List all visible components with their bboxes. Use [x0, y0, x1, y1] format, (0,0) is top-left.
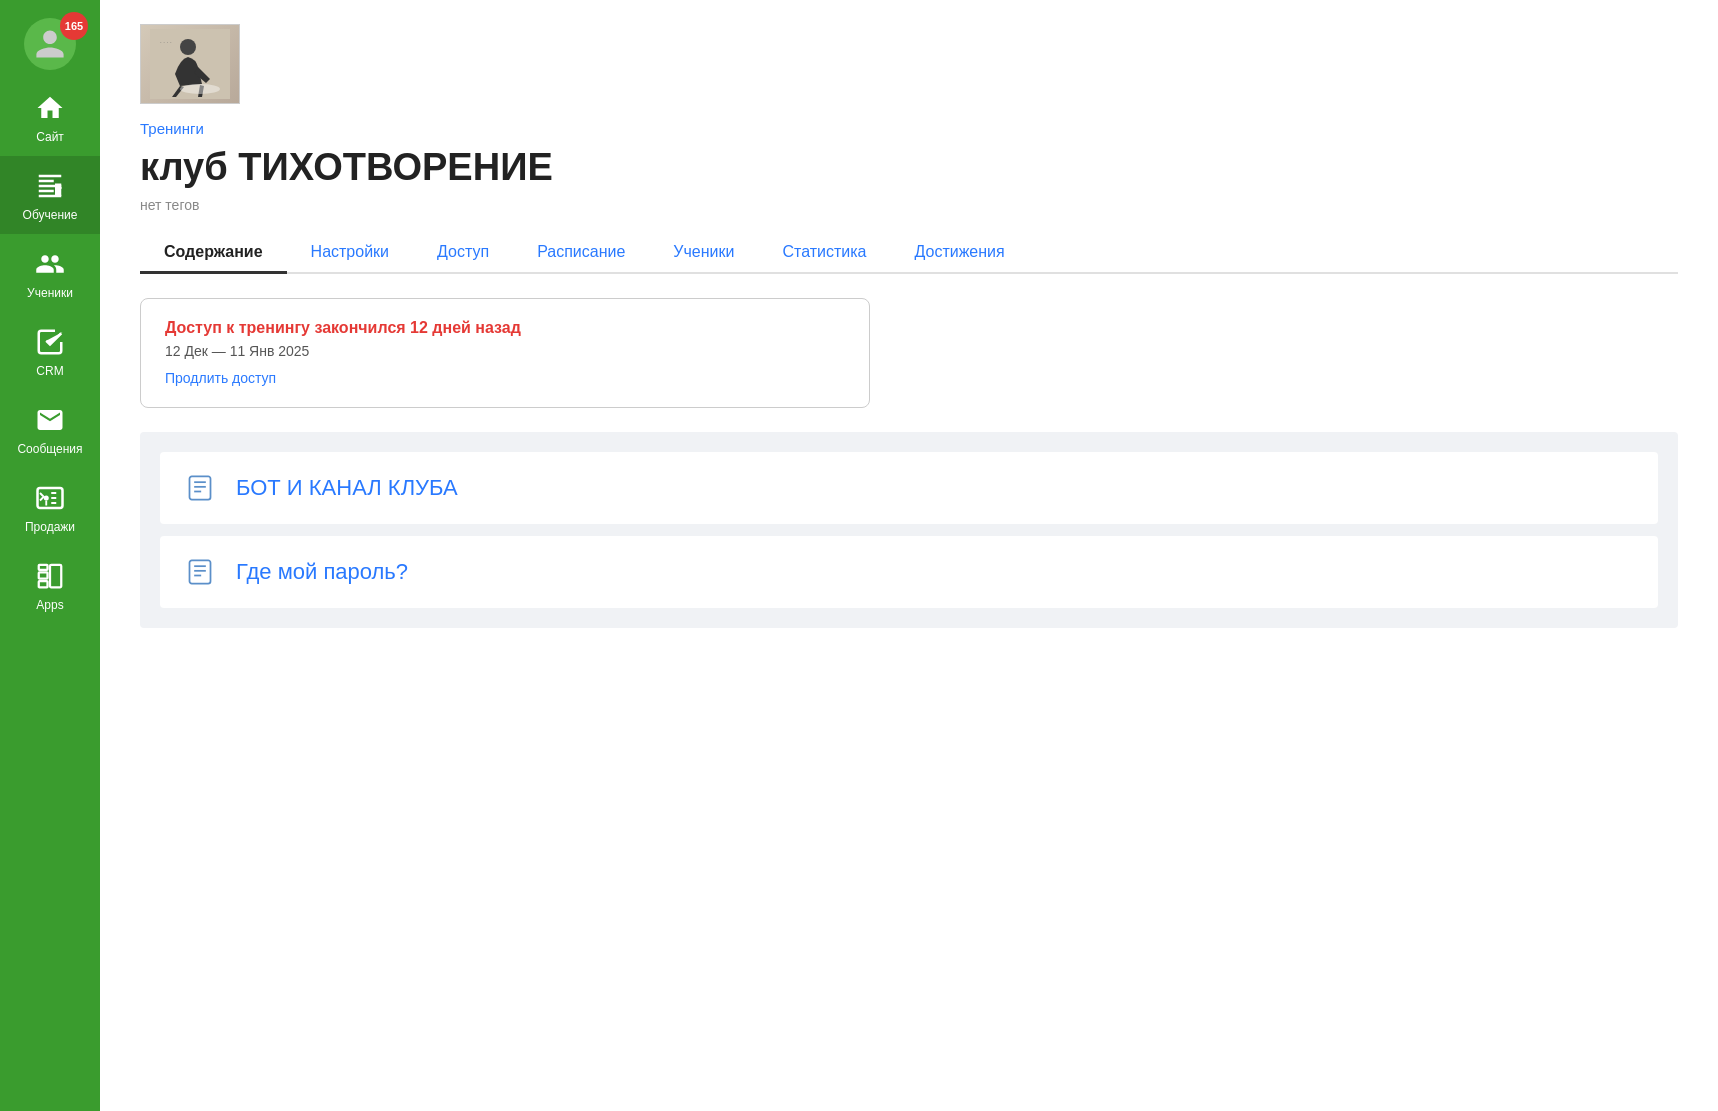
svg-rect-16 — [190, 560, 211, 583]
svg-rect-12 — [190, 476, 211, 499]
main-content: · · · · Тренинги клуб ТИХОТВОРЕНИЕ нет т… — [100, 0, 1718, 1111]
sidebar: 165 Сайт Обучение Ученики — [0, 0, 100, 1111]
tab-schedule[interactable]: Расписание — [513, 233, 649, 272]
tab-students[interactable]: Ученики — [649, 233, 758, 272]
sidebar-label-apps: Apps — [36, 598, 63, 612]
sidebar-label-site: Сайт — [36, 130, 64, 144]
sidebar-item-sales[interactable]: Продажи — [0, 468, 100, 546]
content-item-title-1: БОТ И КАНАЛ КЛУБА — [236, 475, 458, 501]
apps-icon — [32, 558, 68, 594]
course-thumbnail: · · · · — [140, 24, 240, 104]
sidebar-label-sales: Продажи — [25, 520, 75, 534]
sidebar-item-crm[interactable]: CRM — [0, 312, 100, 390]
content-list: БОТ И КАНАЛ КЛУБА Где мой пароль? — [140, 432, 1678, 628]
messages-icon — [32, 402, 68, 438]
thumbnail-placeholder: · · · · — [141, 25, 239, 103]
svg-rect-6 — [39, 565, 48, 570]
tab-content[interactable]: Содержание — [140, 233, 287, 274]
svg-rect-4 — [39, 581, 48, 587]
document-icon-1 — [184, 472, 216, 504]
students-icon — [32, 246, 68, 282]
course-header: · · · · — [140, 24, 1678, 104]
sidebar-item-learning[interactable]: Обучение — [0, 156, 100, 234]
sidebar-label-students: Ученики — [27, 286, 73, 300]
svg-point-9 — [180, 39, 196, 55]
breadcrumb[interactable]: Тренинги — [140, 120, 1678, 137]
sidebar-label-crm: CRM — [36, 364, 63, 378]
svg-text:· · · ·: · · · · — [160, 39, 172, 45]
svg-rect-7 — [50, 565, 61, 588]
content-item-1[interactable]: БОТ И КАНАЛ КЛУБА — [160, 452, 1658, 524]
content-item-2[interactable]: Где мой пароль? — [160, 536, 1658, 608]
thumbnail-image: · · · · — [150, 29, 230, 99]
tab-access[interactable]: Доступ — [413, 233, 513, 272]
content-item-title-2: Где мой пароль? — [236, 559, 408, 585]
sidebar-avatar-section: 165 — [0, 0, 100, 78]
notification-badge[interactable]: 165 — [60, 12, 88, 40]
sidebar-item-site[interactable]: Сайт — [0, 78, 100, 156]
crm-icon — [32, 324, 68, 360]
alert-title: Доступ к тренингу закончился 12 дней наз… — [165, 319, 845, 337]
tab-stats[interactable]: Статистика — [758, 233, 890, 272]
home-icon — [32, 90, 68, 126]
tab-settings[interactable]: Настройки — [287, 233, 413, 272]
alert-dates: 12 Дек — 11 Янв 2025 — [165, 343, 845, 359]
svg-point-10 — [180, 84, 220, 94]
document-icon-2 — [184, 556, 216, 588]
tabs-bar: Содержание Настройки Доступ Расписание У… — [140, 233, 1678, 274]
learning-icon — [32, 168, 68, 204]
sidebar-item-apps[interactable]: Apps — [0, 546, 100, 624]
course-title: клуб ТИХОТВОРЕНИЕ — [140, 145, 1678, 191]
sidebar-label-learning: Обучение — [23, 208, 78, 222]
sales-icon — [32, 480, 68, 516]
sidebar-item-students[interactable]: Ученики — [0, 234, 100, 312]
svg-rect-5 — [39, 572, 48, 578]
access-alert: Доступ к тренингу закончился 12 дней наз… — [140, 298, 870, 408]
extend-access-link[interactable]: Продлить доступ — [165, 370, 276, 386]
course-tags: нет тегов — [140, 197, 1678, 213]
sidebar-item-messages[interactable]: Сообщения — [0, 390, 100, 468]
sidebar-label-messages: Сообщения — [17, 442, 82, 456]
tab-achievements[interactable]: Достижения — [890, 233, 1028, 272]
